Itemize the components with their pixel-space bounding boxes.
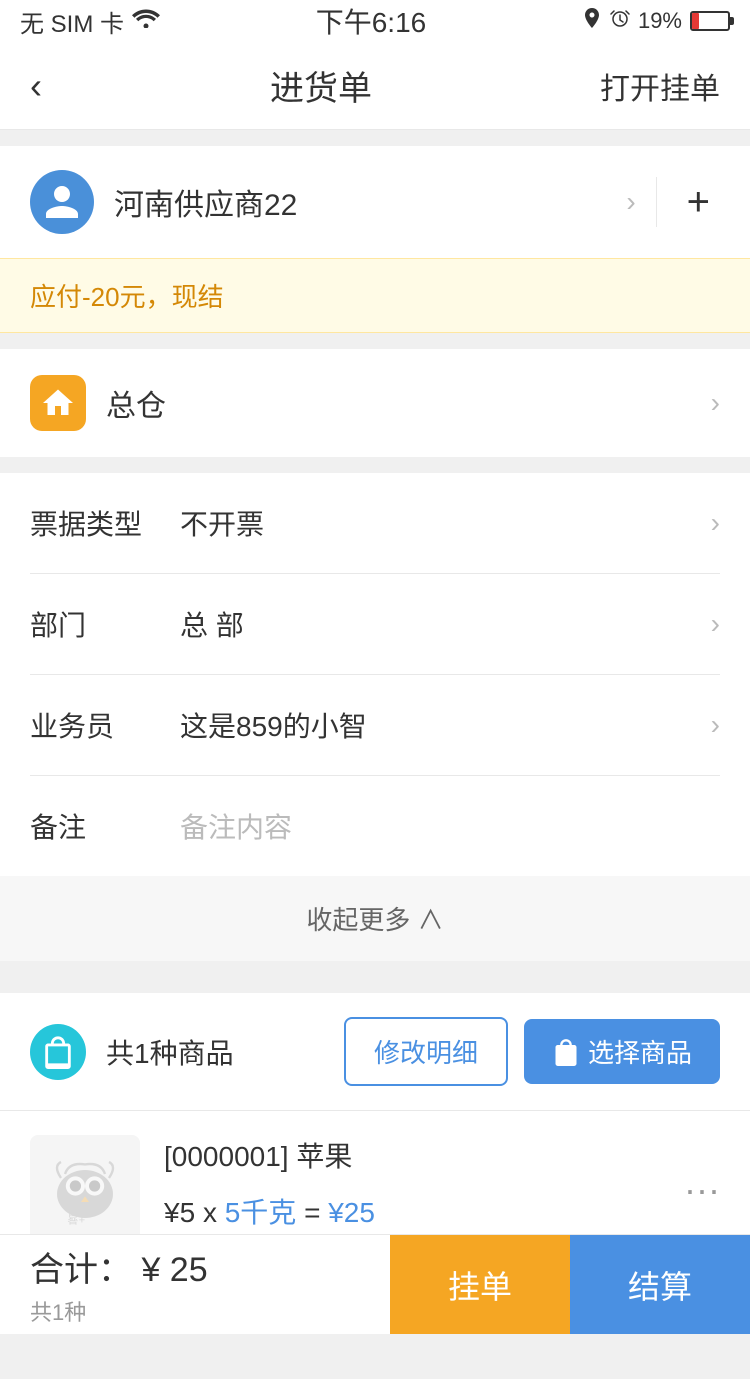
separator-2 [0,333,750,349]
person-icon [42,182,82,222]
shopping-bag-icon [41,1035,75,1069]
product-section: 共1种商品 修改明细 选择商品 [0,993,750,1269]
status-bar: 无 SIM 卡 下午6:16 19% [0,0,750,42]
bottom-bar: 合计： ¥ 25 共1种 挂单 结算 [0,1234,750,1334]
status-time: 下午6:16 [316,1,427,41]
product-name: [0000001] 苹果 [164,1135,664,1175]
form-section: 票据类型 不开票 › 部门 总 部 › 业务员 这是859的小智 › 备注 备注… [0,473,750,876]
invoice-type-row[interactable]: 票据类型 不开票 › [0,473,750,573]
checkout-button[interactable]: 结算 [570,1235,750,1334]
battery-icon [690,11,730,31]
price-qty: 5千克 [225,1197,297,1228]
wifi-icon [132,7,160,35]
supplier-name: 河南供应商22 [114,180,616,224]
product-header: 共1种商品 修改明细 选择商品 [0,993,750,1110]
salesperson-row[interactable]: 业务员 这是859的小智 › [0,675,750,775]
supplier-divider [656,177,657,227]
collapse-button[interactable]: 收起更多 ∧ [0,876,750,961]
total-value: ¥ 25 [141,1251,207,1289]
select-product-label: 选择商品 [588,1033,692,1070]
open-hang-button[interactable]: 打开挂单 [600,64,720,108]
notice-bar: 应付-20元，现结 [0,258,750,333]
select-product-icon [552,1038,580,1066]
remark-row[interactable]: 备注 备注内容 [0,776,750,876]
alarm-icon [610,8,630,34]
supplier-avatar [30,170,94,234]
invoice-type-label: 票据类型 [30,503,150,543]
salesperson-label: 业务员 [30,705,150,745]
department-row[interactable]: 部门 总 部 › [0,574,750,674]
battery-percent: 19% [638,8,682,34]
nav-bar: ‹ 进货单 打开挂单 [0,42,750,130]
salesperson-chevron-icon: › [711,709,720,741]
total-count: 共1种 [30,1295,360,1327]
supplier-section: 河南供应商22 › + 应付-20元，现结 [0,146,750,333]
total-amount: 合计： ¥ 25 [30,1242,360,1291]
total-label: 合计： [30,1251,132,1289]
price-total: ¥25 [328,1197,375,1228]
page-title: 进货单 [270,61,372,110]
invoice-type-chevron-icon: › [711,507,720,539]
warehouse-chevron-icon: › [711,387,720,419]
hang-button[interactable]: 挂单 [390,1235,570,1334]
separator-3 [0,457,750,473]
separator-4 [0,961,750,977]
department-label: 部门 [30,604,150,644]
separator-1 [0,130,750,146]
salesperson-value: 这是859的小智 [150,705,701,745]
warehouse-section: 总仓 › [0,349,750,457]
warehouse-icon [30,375,86,431]
price-eq: = [304,1197,328,1228]
remark-label: 备注 [30,806,150,846]
supplier-row[interactable]: 河南供应商22 › + [0,146,750,258]
remark-input[interactable]: 备注内容 [150,806,720,846]
product-title-text: 苹果 [296,1141,352,1172]
invoice-type-value: 不开票 [150,503,701,543]
add-supplier-button[interactable]: + [677,180,720,225]
carrier-label: 无 SIM 卡 [20,4,124,39]
warehouse-row[interactable]: 总仓 › [0,349,750,457]
total-section: 合计： ¥ 25 共1种 [0,1235,390,1334]
owl-logo-icon: 晷+ [45,1150,125,1230]
home-icon [40,385,76,421]
product-thumbnail: 晷+ [30,1135,140,1245]
location-icon [582,8,602,34]
back-button[interactable]: ‹ [30,65,42,107]
supplier-chevron-icon: › [626,186,635,218]
product-code: [0000001] [164,1141,289,1172]
product-price: ¥5 x 5千克 = ¥25 [164,1191,664,1231]
warehouse-name: 总仓 [106,381,701,425]
product-icon [30,1024,86,1080]
select-product-button[interactable]: 选择商品 [524,1019,720,1084]
price-x: x [203,1197,225,1228]
product-count-label: 共1种商品 [106,1032,344,1072]
status-left: 无 SIM 卡 [20,4,160,39]
status-right: 19% [582,8,730,34]
product-info: [0000001] 苹果 ¥5 x 5千克 = ¥25 [164,1135,664,1231]
svg-text:晷+: 晷+ [67,1214,85,1227]
department-value: 总 部 [150,604,701,644]
edit-detail-button[interactable]: 修改明细 [344,1017,508,1086]
department-chevron-icon: › [711,608,720,640]
product-more-button[interactable]: ··· [664,1169,720,1211]
price-base: ¥5 [164,1197,195,1228]
